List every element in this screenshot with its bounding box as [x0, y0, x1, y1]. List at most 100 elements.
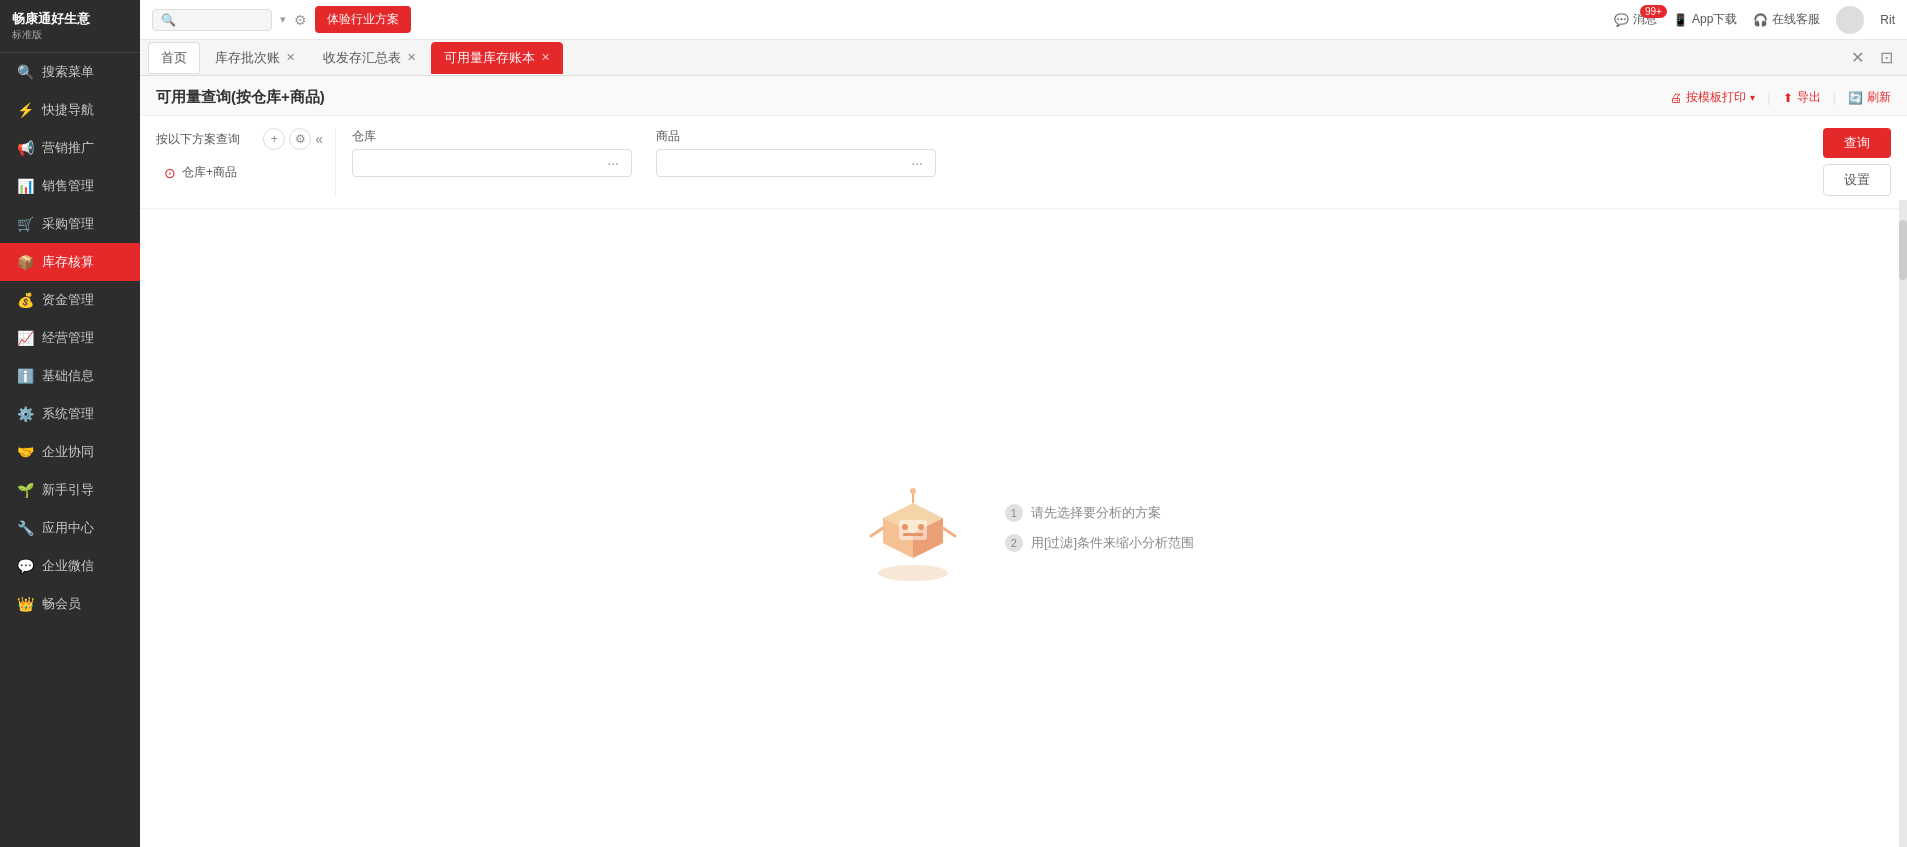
- print-chevron-icon: ▾: [1750, 92, 1755, 103]
- search-icon: 🔍: [16, 64, 34, 80]
- svg-line-11: [871, 528, 883, 536]
- sidebar-item-wecom[interactable]: 💬 企业微信: [0, 547, 140, 585]
- refresh-button[interactable]: 🔄 刷新: [1848, 89, 1891, 106]
- topbar-right: 💬 消息 99+ 📱 App下载 🎧 在线客服 Rit: [1614, 6, 1895, 34]
- warehouse-input-box[interactable]: ···: [352, 149, 632, 177]
- tab-receive-send[interactable]: 收发存汇总表 ✕: [310, 42, 429, 74]
- tab-available-stock-close[interactable]: ✕: [541, 51, 550, 64]
- member-icon: 👑: [16, 596, 34, 612]
- goods-input[interactable]: [665, 156, 903, 170]
- sidebar-item-operations[interactable]: 📈 经营管理: [0, 319, 140, 357]
- page-actions: 🖨 按模板打印 ▾ | ⬆ 导出 | 🔄 刷新: [1670, 89, 1891, 106]
- scheme-item-warehouse-goods[interactable]: ⊙ 仓库+商品: [156, 158, 323, 187]
- sidebar-label-newbie: 新手引导: [42, 481, 94, 499]
- action-divider-1: |: [1767, 90, 1770, 105]
- warehouse-label: 仓库: [352, 128, 632, 145]
- goods-more-icon[interactable]: ···: [907, 155, 927, 171]
- tab-available-stock-label: 可用量库存账本: [444, 49, 535, 67]
- svg-line-12: [943, 528, 955, 536]
- svg-rect-5: [899, 520, 927, 540]
- tab-receive-send-close[interactable]: ✕: [407, 51, 416, 64]
- tab-batch-account[interactable]: 库存批次账 ✕: [202, 42, 308, 74]
- online-service-button[interactable]: 🎧 在线客服: [1753, 11, 1820, 28]
- sidebar-label-system: 系统管理: [42, 405, 94, 423]
- sidebar-logo: 畅康通好生意 标准版: [0, 0, 140, 53]
- close-all-tabs-button[interactable]: ✕: [1845, 46, 1870, 69]
- sidebar-item-system[interactable]: ⚙️ 系统管理: [0, 395, 140, 433]
- topbar-search-input[interactable]: [180, 13, 260, 27]
- settings-button[interactable]: 设置: [1823, 164, 1891, 196]
- user-avatar[interactable]: [1836, 6, 1864, 34]
- app-download-button[interactable]: 📱 App下载: [1673, 11, 1737, 28]
- sidebar-label-wecom: 企业微信: [42, 557, 94, 575]
- sidebar-item-sales[interactable]: 📊 销售管理: [0, 167, 140, 205]
- main-area: 🔍 ▾ ⚙ 体验行业方案 💬 消息 99+ 📱 App下载 🎧 在线客服 Rit: [140, 0, 1907, 847]
- sidebar-item-finance[interactable]: 💰 资金管理: [0, 281, 140, 319]
- topbar: 🔍 ▾ ⚙ 体验行业方案 💬 消息 99+ 📱 App下载 🎧 在线客服 Rit: [140, 0, 1907, 40]
- sidebar-label-marketing: 营销推广: [42, 139, 94, 157]
- sidebar-scroll: 🔍 搜索菜单 ⚡ 快捷导航 📢 营销推广 📊 销售管理 🛒 采购管理 📦 库存核…: [0, 53, 140, 847]
- sidebar-label-sales: 销售管理: [42, 177, 94, 195]
- sidebar-item-inventory[interactable]: 📦 库存核算: [0, 243, 140, 281]
- sidebar-label-search: 搜索菜单: [42, 63, 94, 81]
- warehouse-input[interactable]: [361, 156, 599, 170]
- export-button[interactable]: ⬆ 导出: [1783, 89, 1821, 106]
- empty-illustration: [853, 468, 973, 588]
- sidebar-item-collab[interactable]: 🤝 企业协同: [0, 433, 140, 471]
- sidebar-label-basicinfo: 基础信息: [42, 367, 94, 385]
- sidebar-item-purchase[interactable]: 🛒 采购管理: [0, 205, 140, 243]
- sidebar-label-member: 畅会员: [42, 595, 81, 613]
- right-scrollbar[interactable]: [1899, 200, 1907, 847]
- topbar-chevron-icon[interactable]: ▾: [280, 13, 286, 26]
- empty-hint-2: 2 用[过滤]条件来缩小分析范围: [1005, 534, 1194, 552]
- tab-available-stock[interactable]: 可用量库存账本 ✕: [431, 42, 563, 74]
- goods-input-box[interactable]: ···: [656, 149, 936, 177]
- collapse-panel-button[interactable]: «: [315, 128, 323, 150]
- export-label: 导出: [1797, 89, 1821, 106]
- tab-home[interactable]: 首页: [148, 42, 200, 74]
- print-button[interactable]: 🖨 按模板打印 ▾: [1670, 89, 1755, 106]
- svg-point-7: [918, 524, 924, 530]
- tab-receive-send-label: 收发存汇总表: [323, 49, 401, 67]
- sidebar-item-appcenter[interactable]: 🔧 应用中心: [0, 509, 140, 547]
- sidebar-item-search[interactable]: 🔍 搜索菜单: [0, 53, 140, 91]
- empty-svg: [853, 468, 973, 588]
- warehouse-more-icon[interactable]: ···: [603, 155, 623, 171]
- svg-point-10: [910, 488, 916, 494]
- tab-batch-account-close[interactable]: ✕: [286, 51, 295, 64]
- expand-tabs-button[interactable]: ⊡: [1874, 46, 1899, 69]
- finance-icon: 💰: [16, 292, 34, 308]
- empty-hint-num-1: 1: [1005, 504, 1023, 522]
- sidebar-label-appcenter: 应用中心: [42, 519, 94, 537]
- basicinfo-icon: ℹ️: [16, 368, 34, 384]
- refresh-icon: 🔄: [1848, 91, 1863, 105]
- service-icon: 🎧: [1753, 13, 1768, 27]
- sidebar-item-quicknav[interactable]: ⚡ 快捷导航: [0, 91, 140, 129]
- quicknav-icon: ⚡: [16, 102, 34, 118]
- message-icon: 💬: [1614, 13, 1629, 27]
- sidebar-label-collab: 企业协同: [42, 443, 94, 461]
- warehouse-field: 仓库 ···: [352, 128, 632, 177]
- action-divider-2: |: [1833, 90, 1836, 105]
- export-icon: ⬆: [1783, 91, 1793, 105]
- sidebar-item-newbie[interactable]: 🌱 新手引导: [0, 471, 140, 509]
- sidebar-item-marketing[interactable]: 📢 营销推广: [0, 129, 140, 167]
- topbar-search-box[interactable]: 🔍: [152, 9, 272, 31]
- message-badge: 99+: [1640, 5, 1667, 18]
- empty-hint-num-2: 2: [1005, 534, 1023, 552]
- add-scheme-button[interactable]: +: [263, 128, 285, 150]
- query-button[interactable]: 查询: [1823, 128, 1891, 158]
- industry-solution-button[interactable]: 体验行业方案: [315, 6, 411, 33]
- version-label: 标准版: [12, 28, 128, 42]
- empty-hint-text-1: 请先选择要分析的方案: [1031, 504, 1161, 522]
- app-download-label: App下载: [1692, 11, 1737, 28]
- inventory-icon: 📦: [16, 254, 34, 270]
- topbar-gear-icon[interactable]: ⚙: [294, 12, 307, 28]
- username-label[interactable]: Rit: [1880, 13, 1895, 27]
- sidebar-item-basicinfo[interactable]: ℹ️ 基础信息: [0, 357, 140, 395]
- sidebar-item-member[interactable]: 👑 畅会员: [0, 585, 140, 623]
- settings-scheme-button[interactable]: ⚙: [289, 128, 311, 150]
- company-name: 畅康通好生意: [12, 10, 128, 28]
- tabsbar-actions: ✕ ⊡: [1845, 46, 1899, 69]
- message-button[interactable]: 💬 消息 99+: [1614, 11, 1657, 28]
